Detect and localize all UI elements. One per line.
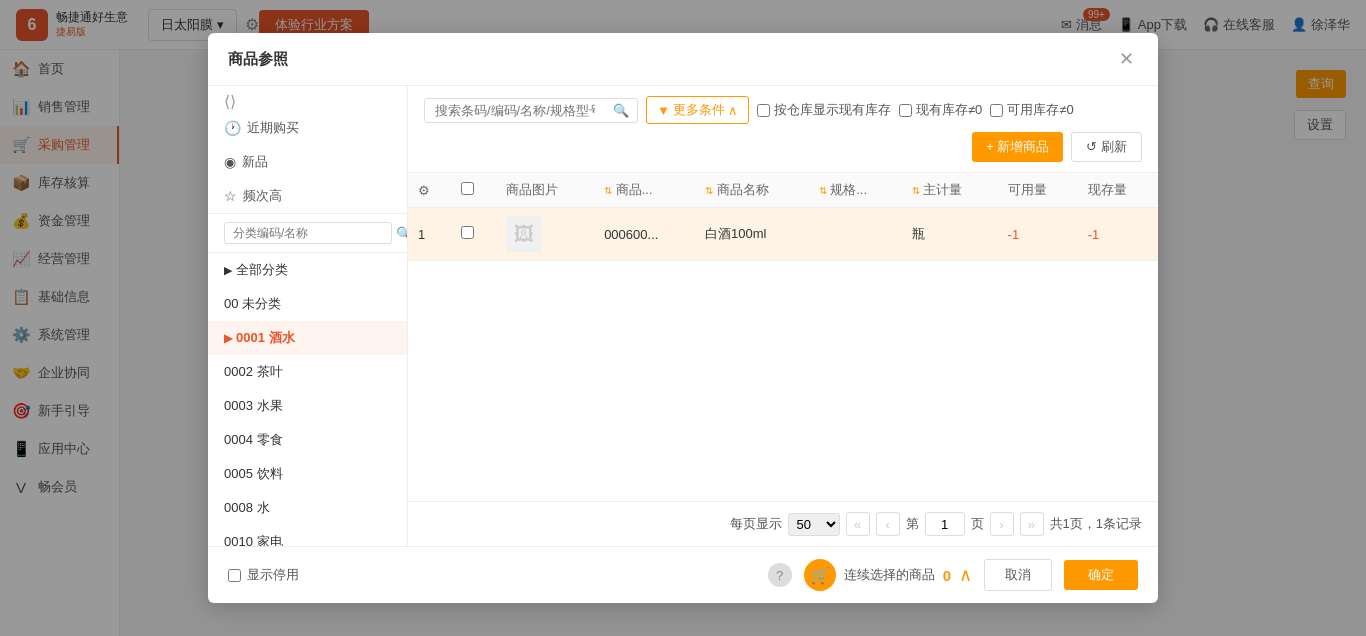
footer-right: ? 🛒 连续选择的商品 0 ∧ 取消 确定 xyxy=(768,559,1138,591)
clock-icon: 🕐 xyxy=(224,120,241,136)
modal-footer: 显示停用 ? 🛒 连续选择的商品 0 ∧ 取消 确定 xyxy=(208,546,1158,603)
quick-new[interactable]: ◉ 新品 xyxy=(208,145,407,179)
filter-btn[interactable]: ▼ 更多条件 ∧ xyxy=(646,96,749,124)
table-row[interactable]: 1 🖼 000600... 白酒100ml 瓶 -1 -1 xyxy=(408,208,1158,261)
checkbox-stock-label[interactable]: 现有库存≠0 xyxy=(899,101,982,119)
row-name: 白酒100ml xyxy=(695,208,809,261)
th-code[interactable]: ⇅ 商品... xyxy=(594,173,695,208)
arrow-icon: ▶ xyxy=(224,264,232,277)
quick-section: ⟨⟩ 🕐 近期购买 ◉ 新品 ☆ 频次高 xyxy=(208,86,407,214)
collapse-icon[interactable]: ⟨⟩ xyxy=(224,92,236,111)
refresh-btn[interactable]: ↺ 刷新 xyxy=(1071,132,1142,162)
th-settings[interactable]: ⚙ xyxy=(408,173,451,208)
select-all-checkbox[interactable] xyxy=(461,182,474,195)
category-search: 🔍 xyxy=(208,214,407,253)
chevron-up-icon: ∧ xyxy=(728,103,738,118)
th-name[interactable]: ⇅ 商品名称 xyxy=(695,173,809,208)
first-page-btn[interactable]: « xyxy=(846,512,870,536)
row-checkbox[interactable] xyxy=(451,208,496,261)
cat-0004[interactable]: 0004 零食 xyxy=(208,423,407,457)
category-tree: ▶ 全部分类 00 未分类 ▶ 0001 酒水 0002 茶叶 0003 水果 xyxy=(208,253,407,546)
row-stock: -1 xyxy=(1078,208,1158,261)
cat-search-input[interactable] xyxy=(224,222,392,244)
row-available: -1 xyxy=(998,208,1078,261)
cat-00[interactable]: 00 未分类 xyxy=(208,287,407,321)
th-available: 可用量 xyxy=(998,173,1078,208)
product-panel: 🔍 ▼ 更多条件 ∧ 按仓库显示现有库存 现有库存≠0 xyxy=(408,86,1158,546)
page-input[interactable] xyxy=(925,512,965,536)
row-unit: 瓶 xyxy=(902,208,998,261)
new-icon: ◉ xyxy=(224,154,236,170)
cart-collapse-icon[interactable]: ∧ xyxy=(959,564,972,586)
next-page-btn[interactable]: › xyxy=(990,512,1014,536)
arrow-icon-0001: ▶ xyxy=(224,332,232,345)
checkbox-warehouse-label[interactable]: 按仓库显示现有库存 xyxy=(757,101,891,119)
toolbar-right: + 新增商品 ↺ 刷新 xyxy=(972,132,1142,162)
cat-search-icon[interactable]: 🔍 xyxy=(396,226,408,241)
th-unit[interactable]: ⇅ 主计量 xyxy=(902,173,998,208)
total-info: 共1页，1条记录 xyxy=(1050,515,1142,533)
cat-0005[interactable]: 0005 饮料 xyxy=(208,457,407,491)
cancel-button[interactable]: 取消 xyxy=(984,559,1052,591)
star-icon: ☆ xyxy=(224,188,237,204)
confirm-button[interactable]: 确定 xyxy=(1064,560,1138,590)
th-img: 商品图片 xyxy=(496,173,594,208)
modal-body: ⟨⟩ 🕐 近期购买 ◉ 新品 ☆ 频次高 xyxy=(208,86,1158,546)
row-code: 000600... xyxy=(594,208,695,261)
modal-close-button[interactable]: ✕ xyxy=(1114,47,1138,71)
cat-0002[interactable]: 0002 茶叶 xyxy=(208,355,407,389)
cart-area: 🛒 连续选择的商品 0 ∧ xyxy=(804,559,972,591)
prod-toolbar: 🔍 ▼ 更多条件 ∧ 按仓库显示现有库存 现有库存≠0 xyxy=(408,86,1158,173)
cat-0003[interactable]: 0003 水果 xyxy=(208,389,407,423)
filter-icon: ▼ xyxy=(657,103,670,118)
search-icon[interactable]: 🔍 xyxy=(605,99,637,122)
cart-icon-btn[interactable]: 🛒 xyxy=(804,559,836,591)
product-reference-modal: 商品参照 ✕ ⟨⟩ 🕐 近期购买 ◉ 新品 xyxy=(208,33,1158,603)
pagination: 每页显示 10 20 50 100 « ‹ 第 页 › » 共1页，1条记录 xyxy=(408,501,1158,546)
page-label: 第 xyxy=(906,515,919,533)
help-icon[interactable]: ? xyxy=(768,563,792,587)
quick-frequent[interactable]: ☆ 频次高 xyxy=(208,179,407,213)
modal-title: 商品参照 xyxy=(228,50,288,69)
last-page-btn[interactable]: » xyxy=(1020,512,1044,536)
search-box: 🔍 xyxy=(424,98,638,123)
checkbox-warehouse[interactable] xyxy=(757,104,770,117)
table-header-row: ⚙ 商品图片 ⇅ 商品... ⇅ 商品名称 ⇅ 规格... ⇅ 主计量 可用量 … xyxy=(408,173,1158,208)
checkbox-avail-label[interactable]: 可用库存≠0 xyxy=(990,101,1073,119)
show-disabled-checkbox[interactable] xyxy=(228,569,241,582)
th-spec[interactable]: ⇅ 规格... xyxy=(809,173,902,208)
row-num: 1 xyxy=(408,208,451,261)
page-size-select[interactable]: 10 20 50 100 xyxy=(788,513,840,536)
add-product-btn[interactable]: + 新增商品 xyxy=(972,132,1063,162)
checkbox-avail-ne0[interactable] xyxy=(990,104,1003,117)
product-image: 🖼 xyxy=(506,216,542,252)
row-spec xyxy=(809,208,902,261)
product-search-input[interactable] xyxy=(425,99,605,122)
modal-overlay: 商品参照 ✕ ⟨⟩ 🕐 近期购买 ◉ 新品 xyxy=(0,0,1366,636)
modal-header: 商品参照 ✕ xyxy=(208,33,1158,86)
cat-all[interactable]: ▶ 全部分类 xyxy=(208,253,407,287)
product-table: ⚙ 商品图片 ⇅ 商品... ⇅ 商品名称 ⇅ 规格... ⇅ 主计量 可用量 … xyxy=(408,173,1158,501)
checkbox-stock-ne0[interactable] xyxy=(899,104,912,117)
category-panel: ⟨⟩ 🕐 近期购买 ◉ 新品 ☆ 频次高 xyxy=(208,86,408,546)
quick-recent[interactable]: 🕐 近期购买 xyxy=(208,111,407,145)
cat-0001[interactable]: ▶ 0001 酒水 xyxy=(208,321,407,355)
show-disabled-label[interactable]: 显示停用 xyxy=(228,566,299,584)
page-unit: 页 xyxy=(971,515,984,533)
cat-0008[interactable]: 0008 水 xyxy=(208,491,407,525)
th-checkbox[interactable] xyxy=(451,173,496,208)
row-img: 🖼 xyxy=(496,208,594,261)
cat-0010[interactable]: 0010 家电 xyxy=(208,525,407,546)
page-size-label: 每页显示 xyxy=(730,515,782,533)
prev-page-btn[interactable]: ‹ xyxy=(876,512,900,536)
th-stock: 现存量 xyxy=(1078,173,1158,208)
